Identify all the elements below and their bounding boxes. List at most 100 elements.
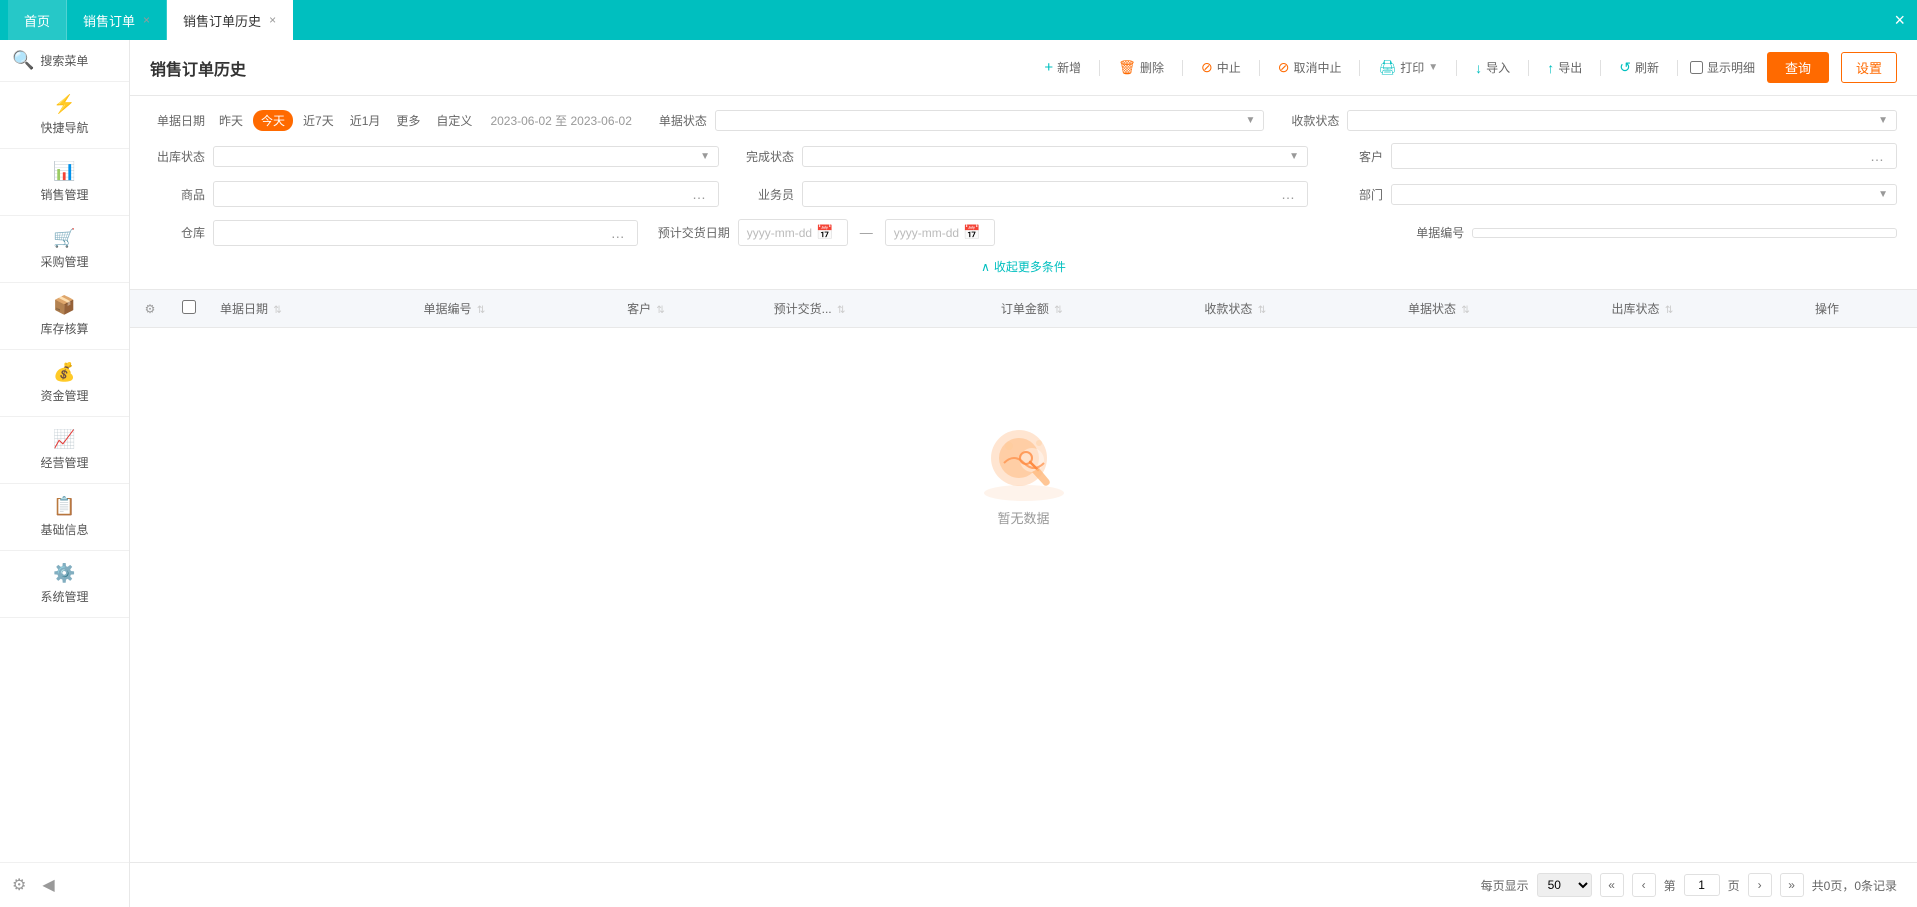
warehouse-more-icon[interactable]: …	[607, 225, 629, 241]
outstock-label: 出库状态	[150, 148, 205, 165]
cancel-stop-button[interactable]: ⊘ 取消中止	[1272, 55, 1348, 80]
next-page-button[interactable]: ›	[1748, 873, 1772, 897]
date-btn-custom[interactable]: 自定义	[430, 110, 478, 131]
customer-more-icon[interactable]: …	[1866, 148, 1888, 164]
order-no-input[interactable]	[1472, 228, 1897, 238]
date-btn-yesterday[interactable]: 昨天	[213, 110, 249, 131]
print-button[interactable]: 🖨 打印 ▼	[1372, 55, 1444, 80]
inventory-icon: 📦	[53, 295, 75, 316]
th-receipt-status-sort[interactable]: ⇅	[1258, 305, 1266, 316]
display-toggle-checkbox[interactable]	[1690, 61, 1703, 74]
th-order-no: 单据编号 ⇅	[412, 290, 616, 328]
sidebar-item-sales[interactable]: 📊 销售管理	[0, 149, 129, 216]
date-btn-7days[interactable]: 近7天	[297, 110, 340, 131]
th-bill-status-label: 单据状态	[1408, 302, 1456, 316]
filter-customer-item: 客户 …	[1328, 143, 1897, 169]
date-btn-1month[interactable]: 近1月	[344, 110, 387, 131]
salesman-more-icon[interactable]: …	[1277, 186, 1299, 202]
tab-sales-order-close[interactable]: ×	[143, 13, 150, 27]
import-button[interactable]: ↓ 导入	[1469, 55, 1516, 80]
sidebar-search[interactable]: 🔍 搜索菜单	[0, 40, 129, 82]
filter-salesman-item: 业务员 …	[739, 181, 1308, 207]
th-customer-label: 客户	[627, 302, 651, 316]
add-button[interactable]: + 新增	[1038, 55, 1087, 80]
sidebar-item-finance[interactable]: 💰 资金管理	[0, 350, 129, 417]
sidebar-item-inventory[interactable]: 📦 库存核算	[0, 283, 129, 350]
delivery-date-from[interactable]: yyyy-mm-dd 📅	[738, 219, 848, 246]
department-select[interactable]: ▼	[1391, 184, 1897, 205]
sidebar-item-operation[interactable]: 📈 经营管理	[0, 417, 129, 484]
th-order-no-sort[interactable]: ⇅	[477, 305, 485, 316]
query-button[interactable]: 查询	[1767, 52, 1829, 83]
warehouse-select[interactable]: …	[213, 220, 638, 246]
window-close-button[interactable]: ×	[1890, 6, 1909, 35]
date-btn-today[interactable]: 今天	[253, 110, 293, 131]
delete-button[interactable]: 🗑 删除	[1112, 55, 1170, 80]
sidebar-item-basic[interactable]: 📋 基础信息	[0, 484, 129, 551]
tab-sales-order-label: 销售订单	[83, 11, 135, 30]
collapse-button[interactable]: ∧ 收起更多条件	[981, 258, 1066, 275]
th-bill-status-sort[interactable]: ⇅	[1461, 305, 1469, 316]
collapse-row: ∧ 收起更多条件	[150, 258, 1897, 275]
goods-select[interactable]: …	[213, 181, 719, 207]
tab-home[interactable]: 首页	[8, 0, 67, 40]
select-all-checkbox[interactable]	[182, 300, 196, 314]
tab-sales-order-history-close[interactable]: ×	[269, 13, 276, 27]
collapse-icon: ∧	[981, 260, 990, 274]
sidebar-item-quick-nav[interactable]: ⚡ 快捷导航	[0, 82, 129, 149]
export-button[interactable]: ↑ 导出	[1541, 55, 1588, 80]
stop-button[interactable]: ⊘ 中止	[1195, 55, 1247, 80]
empty-illustration	[964, 408, 1084, 508]
th-customer-sort[interactable]: ⇅	[656, 305, 664, 316]
tab-sales-order[interactable]: 销售订单 ×	[67, 0, 167, 40]
department-label: 部门	[1328, 186, 1383, 203]
prev-page-button[interactable]: ‹	[1632, 873, 1656, 897]
salesman-select[interactable]: …	[802, 181, 1308, 207]
sidebar-collapse-icon[interactable]: ◀	[42, 875, 54, 895]
order-no-label: 单据编号	[1409, 224, 1464, 241]
page-word: 页	[1728, 877, 1740, 894]
tab-sales-order-history[interactable]: 销售订单历史 ×	[167, 0, 293, 40]
display-toggle[interactable]: 显示明细	[1690, 59, 1755, 76]
display-toggle-label: 显示明细	[1707, 59, 1755, 76]
page-size-select[interactable]: 50 10 20 100	[1537, 873, 1592, 897]
filter-goods-item: 商品 …	[150, 181, 719, 207]
table-header-row: ⚙ 单据日期 ⇅ 单据编号 ⇅	[130, 290, 1917, 328]
content-area: 销售订单历史 + 新增 🗑 删除 ⊘ 中止 ⊘	[130, 40, 1917, 907]
bill-status-select[interactable]: ▼	[715, 110, 1265, 131]
sidebar-item-system[interactable]: ⚙️ 系统管理	[0, 551, 129, 618]
goods-more-icon[interactable]: …	[688, 186, 710, 202]
filter-date-item: 单据日期 昨天 今天 近7天 近1月 更多 自定义 2023-06-02 至 2…	[150, 110, 632, 131]
date-range-text: 2023-06-02 至 2023-06-02	[490, 112, 631, 129]
outstock-select[interactable]: ▼	[213, 146, 719, 167]
system-icon: ⚙️	[53, 563, 75, 584]
delivery-date-to[interactable]: yyyy-mm-dd 📅	[885, 219, 995, 246]
th-amount-sort[interactable]: ⇅	[1054, 305, 1062, 316]
sidebar-settings-icon[interactable]: ⚙	[12, 875, 26, 895]
page-header: 销售订单历史 + 新增 🗑 删除 ⊘ 中止 ⊘	[130, 40, 1917, 96]
settings-icon[interactable]: ⚙	[145, 302, 156, 316]
th-date-sort[interactable]: ⇅	[273, 305, 281, 316]
last-page-button[interactable]: »	[1780, 873, 1804, 897]
salesman-label: 业务员	[739, 186, 794, 203]
filter-row-3: 商品 … 业务员 … 部门	[150, 181, 1897, 207]
th-stock-status-sort[interactable]: ⇅	[1665, 305, 1673, 316]
customer-select[interactable]: …	[1391, 143, 1897, 169]
date-btn-more[interactable]: 更多	[390, 110, 426, 131]
complete-select[interactable]: ▼	[802, 146, 1308, 167]
setting-button[interactable]: 设置	[1841, 52, 1897, 83]
receipt-status-select[interactable]: ▼	[1347, 110, 1897, 131]
sidebar-item-purchase[interactable]: 🛒 采购管理	[0, 216, 129, 283]
tab-home-label: 首页	[24, 11, 50, 30]
current-page-input[interactable]	[1684, 874, 1720, 896]
refresh-button[interactable]: ↺ 刷新	[1613, 55, 1665, 80]
complete-arrow: ▼	[1289, 151, 1299, 162]
total-label: 共0页，0条记录	[1812, 877, 1897, 894]
delivery-date-to-text: yyyy-mm-dd	[894, 226, 959, 240]
export-icon: ↑	[1547, 60, 1554, 76]
filter-warehouse-item: 仓库 …	[150, 220, 638, 246]
th-delivery-sort[interactable]: ⇅	[837, 305, 845, 316]
th-settings[interactable]: ⚙	[130, 290, 170, 328]
th-checkbox[interactable]	[170, 290, 208, 328]
first-page-button[interactable]: «	[1600, 873, 1624, 897]
